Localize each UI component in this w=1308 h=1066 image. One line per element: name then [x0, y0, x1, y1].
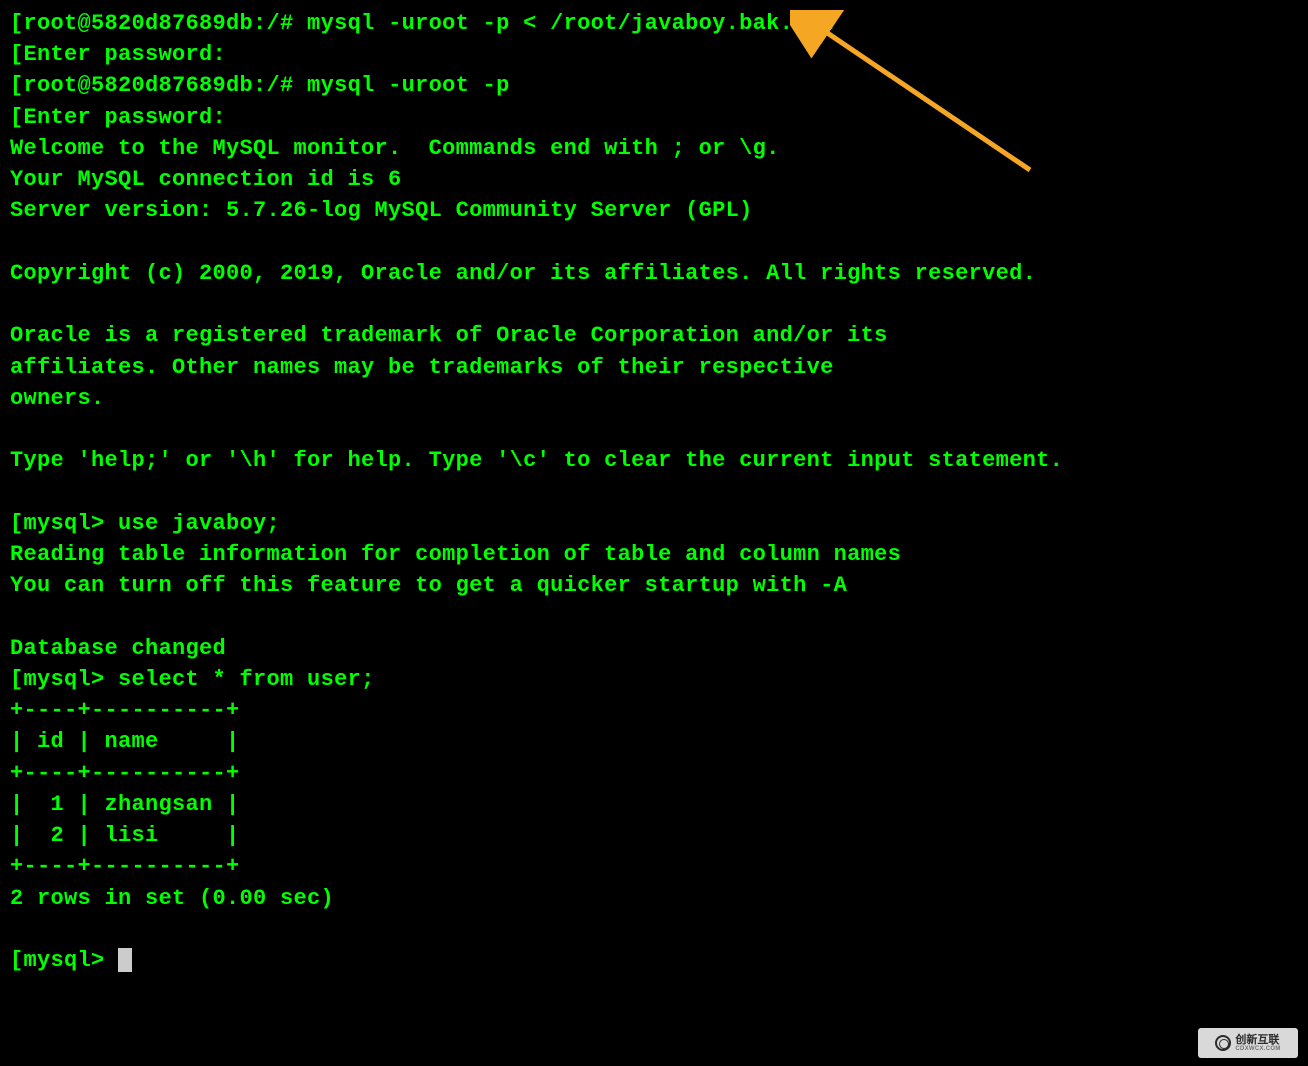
terminal-line: [Enter password: [10, 102, 1298, 133]
terminal-line: Database changed [10, 633, 1298, 664]
terminal-line: Type 'help;' or '\h' for help. Type '\c'… [10, 445, 1298, 476]
terminal-prompt[interactable]: [mysql> [10, 945, 1298, 976]
watermark-badge: 创新互联 CDXWCX.COM [1198, 1028, 1298, 1058]
terminal-output[interactable]: [root@5820d87689db:/# mysql -uroot -p < … [10, 8, 1298, 976]
cursor-icon [118, 948, 132, 972]
terminal-line [10, 601, 1298, 632]
watermark-subtext: CDXWCX.COM [1235, 1046, 1280, 1052]
terminal-line: Reading table information for completion… [10, 539, 1298, 570]
terminal-line [10, 289, 1298, 320]
terminal-line: owners. [10, 383, 1298, 414]
terminal-line: +----+----------+ [10, 851, 1298, 882]
terminal-line: [mysql> use javaboy; [10, 508, 1298, 539]
terminal-line: Your MySQL connection id is 6 [10, 164, 1298, 195]
terminal-line: [mysql> select * from user; [10, 664, 1298, 695]
terminal-line: Server version: 5.7.26-log MySQL Communi… [10, 195, 1298, 226]
terminal-line: [Enter password: [10, 39, 1298, 70]
terminal-line: +----+----------+ [10, 695, 1298, 726]
terminal-line: affiliates. Other names may be trademark… [10, 352, 1298, 383]
watermark-logo-icon [1215, 1035, 1231, 1051]
terminal-line: Welcome to the MySQL monitor. Commands e… [10, 133, 1298, 164]
terminal-line [10, 914, 1298, 945]
terminal-line [10, 477, 1298, 508]
watermark-text: 创新互联 [1235, 1035, 1280, 1046]
terminal-line: [root@5820d87689db:/# mysql -uroot -p [10, 70, 1298, 101]
terminal-line: [root@5820d87689db:/# mysql -uroot -p < … [10, 8, 1298, 39]
terminal-line: Oracle is a registered trademark of Orac… [10, 320, 1298, 351]
terminal-line: You can turn off this feature to get a q… [10, 570, 1298, 601]
terminal-line: | 1 | zhangsan | [10, 789, 1298, 820]
terminal-line [10, 227, 1298, 258]
terminal-line: Copyright (c) 2000, 2019, Oracle and/or … [10, 258, 1298, 289]
terminal-line: | id | name | [10, 726, 1298, 757]
terminal-line: +----+----------+ [10, 758, 1298, 789]
terminal-line [10, 414, 1298, 445]
terminal-line: | 2 | lisi | [10, 820, 1298, 851]
terminal-line: 2 rows in set (0.00 sec) [10, 883, 1298, 914]
